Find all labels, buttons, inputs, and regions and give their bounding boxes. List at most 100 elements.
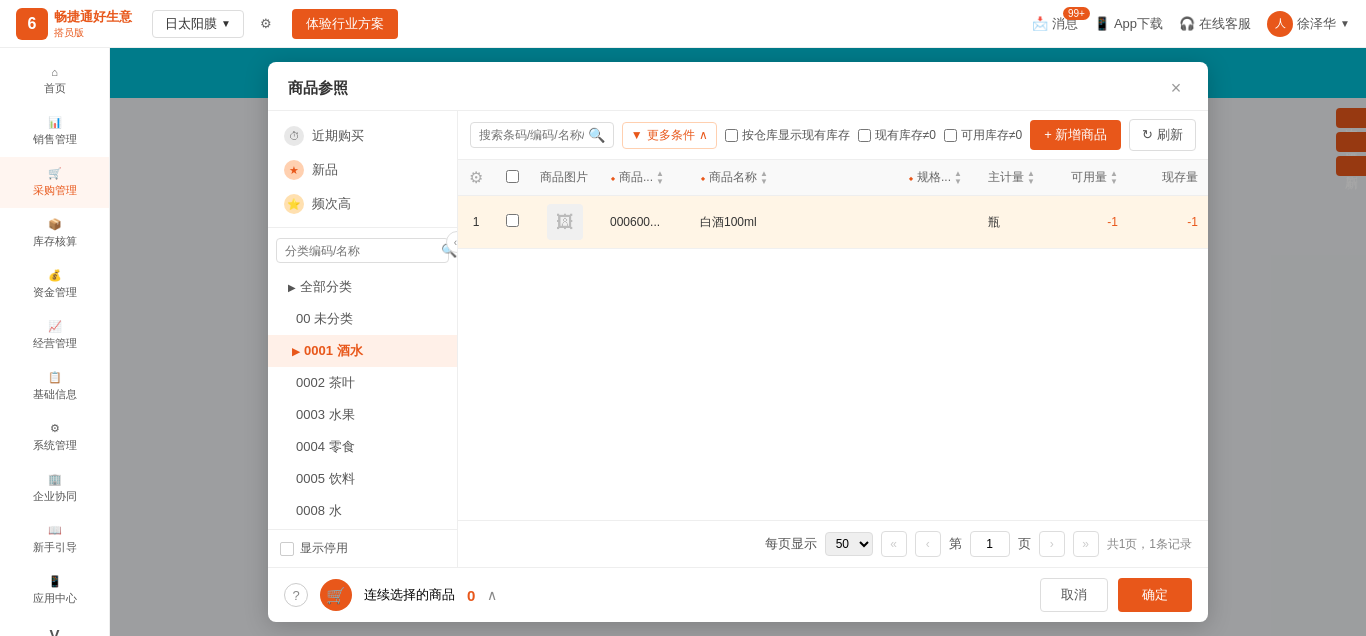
modal-title: 商品参照 [288, 79, 348, 98]
checkbox-avail-stock[interactable]: 可用库存≠0 [944, 127, 1022, 144]
user-menu[interactable]: 人 徐泽华 ▼ [1267, 11, 1350, 37]
next-page-btn[interactable]: › [1039, 531, 1065, 557]
sidebar-item-purchase[interactable]: 🛒 采购管理 [0, 157, 109, 208]
sidebar-item-sales[interactable]: 📊 销售管理 [0, 106, 109, 157]
phone-icon: 📱 [1094, 16, 1110, 31]
help-btn[interactable]: ? [284, 583, 308, 607]
system-icon: ⚙ [50, 422, 60, 435]
sort-icon-name: ⬥ [700, 172, 706, 183]
quick-recent[interactable]: ⏱ 近期购买 [272, 120, 453, 152]
sidebar-item-finance[interactable]: 💰 资金管理 [0, 259, 109, 310]
cancel-btn[interactable]: 取消 [1040, 578, 1108, 612]
cat-item-0005[interactable]: 0005 饮料 [268, 463, 457, 495]
selected-count: 0 [467, 587, 475, 604]
sort-arrows-unit[interactable]: ▲▼ [1027, 170, 1035, 186]
modal-body: ⏱ 近期购买 ★ 新品 ⭐ 频次高 [268, 111, 1208, 567]
user-chevron-icon: ▼ [1340, 18, 1350, 29]
table-row[interactable]: 1 🖼 000600... [458, 196, 1208, 249]
warehouse-checkbox[interactable] [725, 129, 738, 142]
business-icon: 📈 [48, 320, 62, 333]
th-avail: 可用量 ▲▼ [1048, 160, 1128, 196]
page-input[interactable] [970, 531, 1010, 557]
arrow-active-icon: ▶ [292, 346, 300, 357]
sidebar-item-home[interactable]: ⌂ 首页 [0, 56, 109, 106]
cat-item-0008[interactable]: 0008 水 [268, 495, 457, 527]
cell-name: 白酒100ml [690, 196, 898, 249]
filter-btn[interactable]: ▼ 更多条件 ∧ [622, 122, 717, 149]
category-search-input[interactable] [285, 244, 435, 258]
cell-unit: 瓶 [978, 196, 1048, 249]
th-settings: ⚙ [458, 160, 494, 196]
gear-icon[interactable]: ⚙ [252, 10, 280, 38]
modal-close-btn[interactable]: × [1164, 76, 1188, 100]
product-image: 🖼 [547, 204, 583, 240]
show-disabled-label[interactable]: 显示停用 [280, 540, 445, 557]
product-search-input[interactable] [479, 128, 584, 142]
cat-item-00[interactable]: 00 未分类 [268, 303, 457, 335]
settings-col-icon[interactable]: ⚙ [469, 169, 483, 186]
cell-img: 🖼 [530, 196, 600, 249]
pagination: 每页显示 50 « ‹ 第 页 › » 共1页，1条记录 [458, 520, 1208, 567]
member-icon: V [49, 626, 59, 636]
product-panel: 🔍 ▼ 更多条件 ∧ 按仓库显示现有库存 [458, 111, 1208, 567]
sidebar-item-member[interactable]: V 畅会员 [0, 616, 109, 636]
cat-item-0001[interactable]: ▶ 0001 酒水 [268, 335, 457, 367]
show-disabled-checkbox[interactable] [280, 542, 294, 556]
app-download[interactable]: 📱 App下载 [1094, 15, 1163, 33]
cat-item-all[interactable]: ▶ 全部分类 [268, 271, 457, 303]
cat-item-0002[interactable]: 0002 茶叶 [268, 367, 457, 399]
checkbox-current-stock[interactable]: 现有库存≠0 [858, 127, 936, 144]
category-panel: ⏱ 近期购买 ★ 新品 ⭐ 频次高 [268, 111, 458, 567]
add-product-btn[interactable]: + 新增商品 [1030, 120, 1121, 150]
first-page-btn[interactable]: « [881, 531, 907, 557]
sidebar-item-app-center[interactable]: 📱 应用中心 [0, 565, 109, 616]
sales-icon: 📊 [48, 116, 62, 129]
collapse-selected-btn[interactable]: ∧ [487, 587, 497, 603]
quick-frequent[interactable]: ⭐ 频次高 [272, 188, 453, 220]
product-table: ⚙ 商品图片 [458, 160, 1208, 520]
arrow-icon: ▶ [288, 282, 296, 293]
sort-arrows-code[interactable]: ▲▼ [656, 170, 664, 186]
filter-icon: ▼ [631, 128, 643, 142]
current-stock-checkbox[interactable] [858, 129, 871, 142]
cart-icon[interactable]: 🛒 [320, 579, 352, 611]
app-center-icon: 📱 [48, 575, 62, 588]
sort-icon-code: ⬥ [610, 172, 616, 183]
cell-spec [898, 196, 978, 249]
online-service[interactable]: 🎧 在线客服 [1179, 15, 1251, 33]
modal-footer: ? 🛒 连续选择的商品 0 ∧ 取消 确定 [268, 567, 1208, 622]
prev-page-btn[interactable]: ‹ [915, 531, 941, 557]
sidebar-item-system[interactable]: ⚙ 系统管理 [0, 412, 109, 463]
cat-item-0003[interactable]: 0003 水果 [268, 399, 457, 431]
page-size-select[interactable]: 50 [825, 532, 873, 556]
filter-chevron-icon: ∧ [699, 128, 708, 142]
product-search-icon[interactable]: 🔍 [588, 127, 605, 143]
sidebar-item-inventory[interactable]: 📦 库存核算 [0, 208, 109, 259]
sort-icon-spec: ⬥ [908, 172, 914, 183]
message-badge[interactable]: 📩 消息 99+ [1032, 15, 1078, 33]
sort-arrows-name[interactable]: ▲▼ [760, 170, 768, 186]
product-search-box: 🔍 [470, 122, 614, 148]
message-icon: 📩 [1032, 16, 1048, 31]
avail-stock-checkbox[interactable] [944, 129, 957, 142]
sidebar-item-business[interactable]: 📈 经营管理 [0, 310, 109, 361]
sidebar-item-guide[interactable]: 📖 新手引导 [0, 514, 109, 565]
cat-item-0004[interactable]: 0004 零食 [268, 431, 457, 463]
sidebar-item-basic[interactable]: 📋 基础信息 [0, 361, 109, 412]
category-search: 🔍 [276, 238, 449, 263]
confirm-btn[interactable]: 确定 [1118, 578, 1192, 612]
row-checkbox[interactable] [506, 214, 519, 227]
nav-dropdown[interactable]: 日太阳膜 ▼ [152, 10, 244, 38]
last-page-btn[interactable]: » [1073, 531, 1099, 557]
topbar: 6 畅捷通好生意 搭员版 日太阳膜 ▼ ⚙ 体验行业方案 📩 消息 99+ 📱 … [0, 0, 1366, 48]
refresh-btn[interactable]: ↻ 刷新 [1129, 119, 1196, 151]
checkbox-warehouse[interactable]: 按仓库显示现有库存 [725, 127, 850, 144]
inventory-icon: 📦 [48, 218, 62, 231]
quick-new[interactable]: ★ 新品 [272, 154, 453, 186]
sidebar-item-enterprise[interactable]: 🏢 企业协同 [0, 463, 109, 514]
select-all-checkbox[interactable] [506, 170, 519, 183]
sort-arrows-spec[interactable]: ▲▼ [954, 170, 962, 186]
th-code: ⬥ 商品... ▲▼ [600, 160, 690, 196]
experience-btn[interactable]: 体验行业方案 [292, 9, 398, 39]
sort-arrows-avail[interactable]: ▲▼ [1110, 170, 1118, 186]
